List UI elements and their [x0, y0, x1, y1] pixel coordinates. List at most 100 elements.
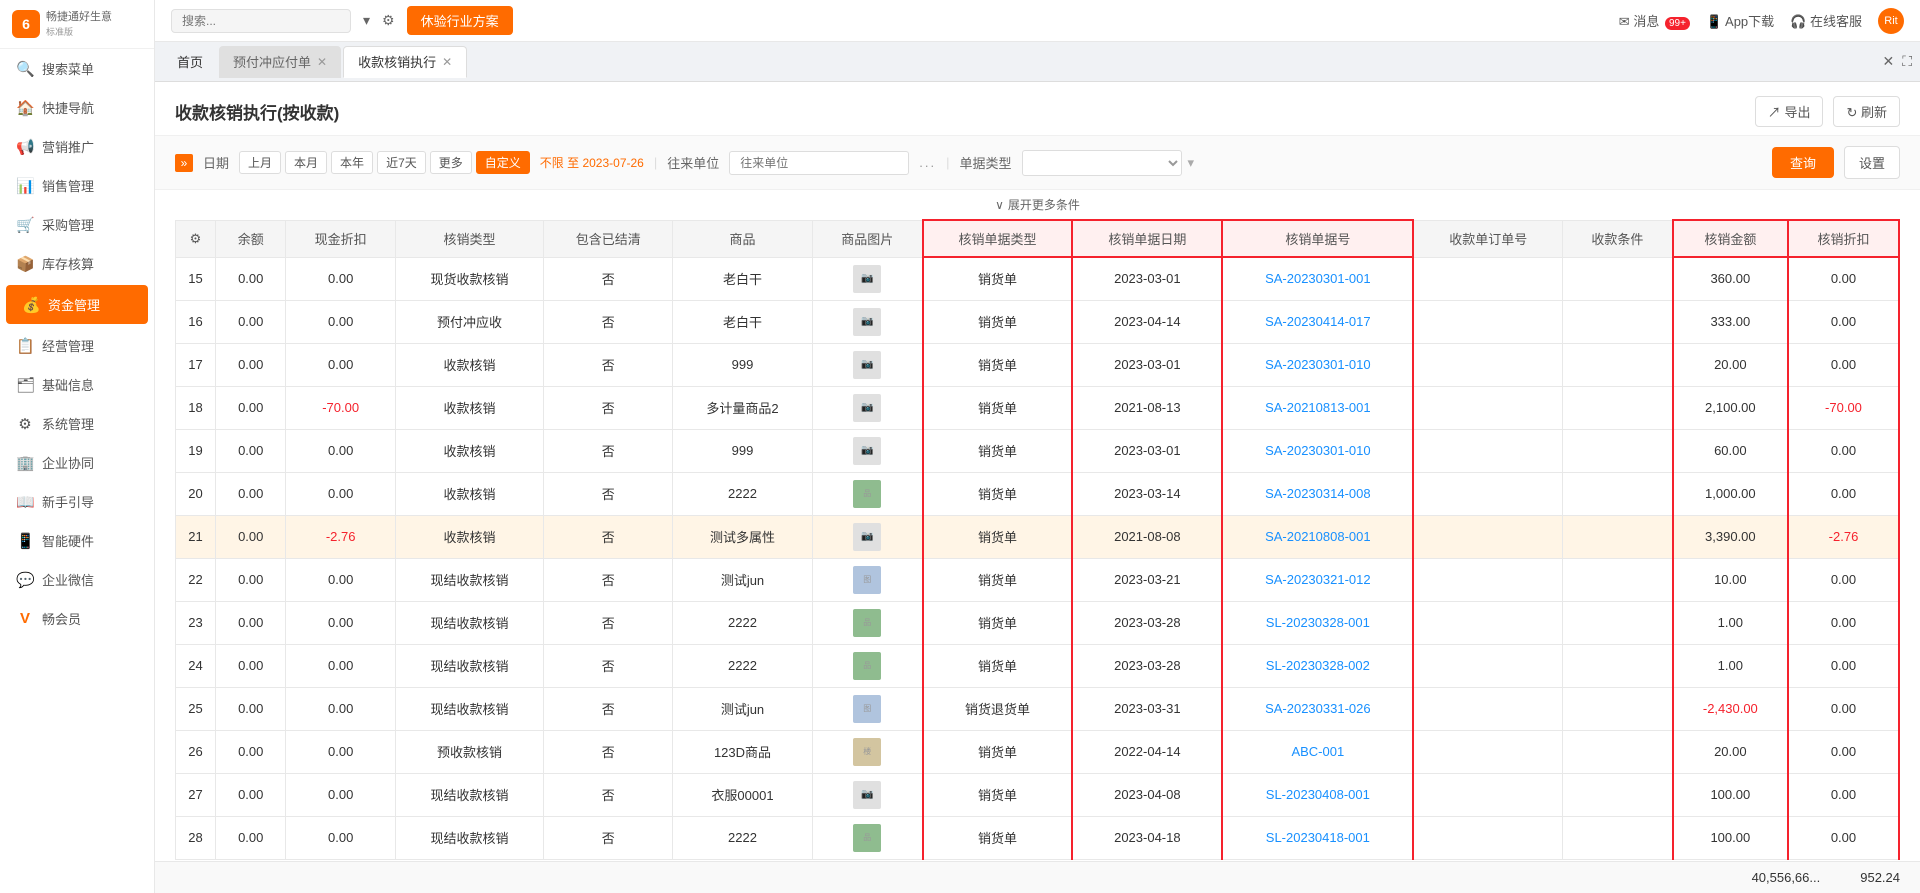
sidebar-item-inventory[interactable]: 📦 库存核算 — [0, 244, 154, 283]
logo-icon: 6 — [12, 10, 40, 38]
sidebar-item-operations[interactable]: 📋 经营管理 — [0, 326, 154, 365]
fullscreen-icon[interactable]: ⛶ — [1902, 53, 1912, 70]
row-verify-voucher-type: 销货单 — [923, 816, 1073, 859]
row-include-settled: 否 — [544, 558, 673, 601]
sidebar-item-system[interactable]: ⚙ 系统管理 — [0, 404, 154, 443]
sidebar-item-wechat[interactable]: 💬 企业微信 — [0, 560, 154, 599]
messages-link[interactable]: ✉ 消息 99+ — [1619, 11, 1690, 30]
verify-no-link[interactable]: SA-20230414-017 — [1265, 314, 1371, 329]
row-verify-amount: 100.00 — [1673, 816, 1788, 859]
voucher-type-label: 单据类型 — [959, 153, 1011, 172]
online-service-link[interactable]: 🎧 在线客服 — [1790, 11, 1862, 30]
partner-dots: ... — [919, 155, 936, 170]
user-avatar[interactable]: Rit — [1878, 8, 1904, 34]
chevron-down-icon[interactable]: ▾ — [363, 12, 370, 29]
table-row: 27 0.00 0.00 现结收款核销 否 衣服00001 📷 销货单 2023… — [176, 773, 1900, 816]
this-month-btn[interactable]: 本月 — [285, 151, 327, 174]
tab-home[interactable]: 首页 — [163, 46, 217, 78]
row-verify-no[interactable]: SA-20230301-010 — [1222, 343, 1413, 386]
row-verify-no[interactable]: SA-20210813-001 — [1222, 386, 1413, 429]
row-verify-no[interactable]: SA-20230314-008 — [1222, 472, 1413, 515]
sidebar-item-enterprise[interactable]: 🏢 企业协同 — [0, 443, 154, 482]
col-collection-order-no: 收款单订单号 — [1413, 220, 1562, 257]
tab-prepay-close[interactable]: ✕ — [317, 55, 327, 69]
window-close-icon[interactable]: ✕ — [1882, 53, 1894, 70]
verify-no-link[interactable]: SA-20230301-010 — [1265, 443, 1371, 458]
sidebar-item-basic-info[interactable]: 🗂 基础信息 — [0, 365, 154, 404]
row-no: 25 — [176, 687, 216, 730]
verify-no-link[interactable]: SA-20230301-001 — [1265, 271, 1371, 286]
row-verify-type: 预收款核销 — [395, 730, 543, 773]
row-include-settled: 否 — [544, 644, 673, 687]
row-verify-no[interactable]: SL-20230328-002 — [1222, 644, 1413, 687]
megaphone-icon: 📢 — [16, 138, 34, 156]
row-verify-no[interactable]: SL-20230418-001 — [1222, 816, 1413, 859]
verify-no-link[interactable]: SL-20230418-001 — [1266, 830, 1370, 845]
phone-icon: 📱 — [16, 532, 34, 550]
search-input[interactable] — [171, 9, 351, 33]
top-header: ▾ ⚙ 休验行业方案 ✉ 消息 99+ 📱 App下载 🎧 在线客服 Rit — [155, 0, 1920, 42]
col-include-settled: 包含已结清 — [544, 220, 673, 257]
custom-date-btn[interactable]: 自定义 — [476, 151, 530, 174]
sidebar-item-member[interactable]: V 畅会员 — [0, 599, 154, 638]
last-month-btn[interactable]: 上月 — [239, 151, 281, 174]
row-verify-no[interactable]: SL-20230408-001 — [1222, 773, 1413, 816]
gear-settings-icon[interactable]: ⚙ — [382, 12, 395, 29]
verify-no-link[interactable]: ABC-001 — [1291, 744, 1344, 759]
filter-bar: » 日期 上月 本月 本年 近7天 更多 自定义 不限 至 2023-07-26… — [155, 136, 1920, 190]
sidebar-item-finance[interactable]: 💰 资金管理 — [6, 285, 148, 324]
row-collection-order-no — [1413, 644, 1562, 687]
tab-prepay[interactable]: 预付冲应付单 ✕ — [219, 46, 341, 78]
row-verify-no[interactable]: SA-20230301-010 — [1222, 429, 1413, 472]
query-button[interactable]: 查询 — [1772, 147, 1834, 178]
tab-collection[interactable]: 收款核销执行 ✕ — [343, 46, 467, 78]
sidebar-item-smart-hardware[interactable]: 📱 智能硬件 — [0, 521, 154, 560]
refresh-button[interactable]: ↻ 刷新 — [1833, 96, 1900, 127]
verify-no-link[interactable]: SL-20230408-001 — [1266, 787, 1370, 802]
sidebar-item-sales[interactable]: 📊 销售管理 — [0, 166, 154, 205]
export-button[interactable]: ↗ 导出 — [1755, 96, 1824, 127]
header-right: ✉ 消息 99+ 📱 App下载 🎧 在线客服 Rit — [1619, 8, 1904, 34]
row-product: 2222 — [673, 816, 813, 859]
last-7days-btn[interactable]: 近7天 — [377, 151, 426, 174]
sidebar-item-purchase[interactable]: 🛒 采购管理 — [0, 205, 154, 244]
voucher-type-select[interactable] — [1022, 150, 1182, 176]
row-verify-no[interactable]: SL-20230328-001 — [1222, 601, 1413, 644]
verify-no-link[interactable]: SA-20230301-010 — [1265, 357, 1371, 372]
sidebar-item-marketing[interactable]: 📢 营销推广 — [0, 127, 154, 166]
settings-button[interactable]: 设置 — [1844, 146, 1900, 179]
expand-conditions-button[interactable]: ∨ 展开更多条件 — [995, 196, 1080, 213]
tab-collection-close[interactable]: ✕ — [442, 55, 452, 69]
sidebar-item-guide[interactable]: 📖 新手引导 — [0, 482, 154, 521]
industry-solution-button[interactable]: 休验行业方案 — [407, 6, 513, 35]
row-balance: 0.00 — [216, 773, 286, 816]
partner-input[interactable] — [729, 151, 909, 175]
more-date-btn[interactable]: 更多 — [430, 151, 472, 174]
row-verify-no[interactable]: SA-20230331-026 — [1222, 687, 1413, 730]
table-row: 21 0.00 -2.76 收款核销 否 测试多属性 📷 销货单 2021-08… — [176, 515, 1900, 558]
column-settings-icon[interactable]: ⚙ — [190, 231, 202, 246]
sidebar-item-quick-nav[interactable]: 🏠 快捷导航 — [0, 88, 154, 127]
verify-no-link[interactable]: SL-20230328-001 — [1266, 615, 1370, 630]
verify-no-link[interactable]: SA-20210813-001 — [1265, 400, 1371, 415]
row-verify-amount: 333.00 — [1673, 300, 1788, 343]
verify-no-link[interactable]: SL-20230328-002 — [1266, 658, 1370, 673]
col-verify-discount: 核销折扣 — [1788, 220, 1899, 257]
verify-no-link[interactable]: SA-20230321-012 — [1265, 572, 1371, 587]
this-year-btn[interactable]: 本年 — [331, 151, 373, 174]
row-verify-no[interactable]: SA-20230301-001 — [1222, 257, 1413, 300]
row-no: 22 — [176, 558, 216, 601]
filter-expand-icon[interactable]: » — [175, 154, 193, 172]
verify-no-link[interactable]: SA-20230314-008 — [1265, 486, 1371, 501]
col-settings[interactable]: ⚙ — [176, 220, 216, 257]
verify-no-link[interactable]: SA-20230331-026 — [1265, 701, 1371, 716]
row-include-settled: 否 — [544, 472, 673, 515]
sidebar-item-label: 资金管理 — [48, 295, 100, 314]
row-verify-no[interactable]: ABC-001 — [1222, 730, 1413, 773]
row-verify-no[interactable]: SA-20230414-017 — [1222, 300, 1413, 343]
sidebar-item-search[interactable]: 🔍 搜索菜单 — [0, 49, 154, 88]
verify-no-link[interactable]: SA-20210808-001 — [1265, 529, 1371, 544]
row-verify-no[interactable]: SA-20210808-001 — [1222, 515, 1413, 558]
row-verify-no[interactable]: SA-20230321-012 — [1222, 558, 1413, 601]
app-download-link[interactable]: 📱 App下载 — [1706, 11, 1774, 30]
